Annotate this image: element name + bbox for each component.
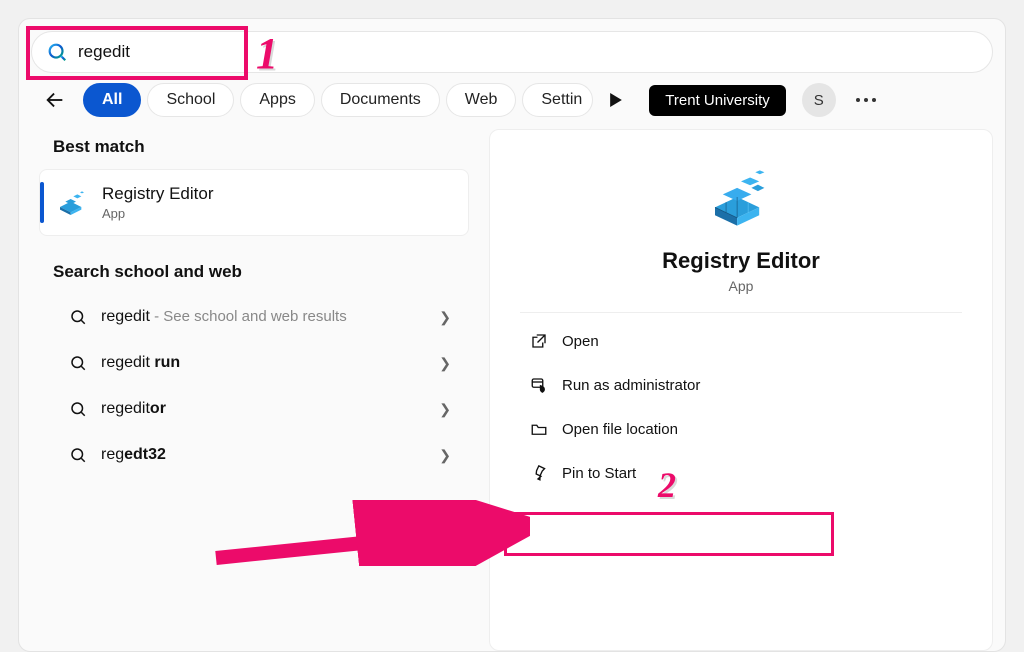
suggestion-row[interactable]: regedit - See school and web results ❯ bbox=[39, 294, 469, 340]
open-icon bbox=[530, 332, 548, 350]
filter-settings[interactable]: Settin bbox=[522, 83, 593, 117]
chevron-right-icon: ❯ bbox=[439, 355, 451, 372]
filter-web[interactable]: Web bbox=[446, 83, 517, 117]
best-match-subtitle: App bbox=[102, 206, 213, 221]
search-box[interactable] bbox=[31, 31, 993, 73]
filter-row: All School Apps Documents Web Settin Tre… bbox=[19, 79, 1005, 129]
back-button[interactable] bbox=[39, 84, 71, 116]
registry-editor-icon bbox=[56, 187, 88, 219]
admin-shield-icon bbox=[530, 376, 548, 394]
chevron-right-icon: ❯ bbox=[439, 447, 451, 464]
filter-apps[interactable]: Apps bbox=[240, 83, 314, 117]
detail-title: Registry Editor bbox=[662, 248, 820, 274]
annotation-number-1: 1 bbox=[256, 28, 278, 79]
best-match-heading: Best match bbox=[53, 137, 469, 157]
filter-documents[interactable]: Documents bbox=[321, 83, 440, 117]
suggestion-text: regedit run bbox=[101, 354, 180, 372]
search-icon bbox=[69, 446, 87, 464]
search-icon bbox=[46, 41, 68, 63]
best-match-title: Registry Editor bbox=[102, 184, 213, 204]
action-pin-to-start[interactable]: Pin to Start bbox=[520, 451, 962, 495]
pin-icon bbox=[530, 464, 548, 482]
school-web-heading: Search school and web bbox=[53, 262, 469, 282]
chevron-right-icon: ❯ bbox=[439, 309, 451, 326]
suggestion-text: regeditor bbox=[101, 400, 166, 418]
suggestion-text: regedit - See school and web results bbox=[101, 308, 347, 326]
action-run-as-admin[interactable]: Run as administrator bbox=[520, 363, 962, 407]
action-label: Open bbox=[562, 333, 599, 350]
action-label: Pin to Start bbox=[562, 465, 636, 482]
results-column: Best match Registry Editor App bbox=[39, 129, 469, 651]
content-area: Best match Registry Editor App bbox=[19, 129, 1005, 651]
search-row bbox=[19, 19, 1005, 79]
filter-all[interactable]: All bbox=[83, 83, 141, 117]
action-label: Open file location bbox=[562, 421, 678, 438]
folder-icon bbox=[530, 420, 548, 438]
search-panel: All School Apps Documents Web Settin Tre… bbox=[18, 18, 1006, 652]
search-icon bbox=[69, 354, 87, 372]
suggestion-row[interactable]: regeditor ❯ bbox=[39, 386, 469, 432]
detail-header: Registry Editor App bbox=[520, 148, 962, 313]
detail-pane: Registry Editor App Open Run as administ… bbox=[489, 129, 993, 651]
action-open[interactable]: Open bbox=[520, 319, 962, 363]
search-input[interactable] bbox=[78, 42, 978, 62]
back-arrow-icon bbox=[44, 89, 66, 111]
avatar[interactable]: S bbox=[802, 83, 836, 117]
suggestion-row[interactable]: regedit run ❯ bbox=[39, 340, 469, 386]
more-menu-button[interactable] bbox=[856, 98, 876, 102]
filter-school[interactable]: School bbox=[147, 83, 234, 117]
suggestion-text: regedt32 bbox=[101, 446, 166, 464]
best-match-card[interactable]: Registry Editor App bbox=[39, 169, 469, 236]
filters-more-button[interactable] bbox=[601, 85, 631, 115]
chevron-right-icon: ❯ bbox=[439, 401, 451, 418]
search-icon bbox=[69, 308, 87, 326]
registry-editor-large-icon bbox=[702, 158, 780, 236]
action-open-file-location[interactable]: Open file location bbox=[520, 407, 962, 451]
search-icon bbox=[69, 400, 87, 418]
action-label: Run as administrator bbox=[562, 377, 700, 394]
suggestion-row[interactable]: regedt32 ❯ bbox=[39, 432, 469, 478]
play-icon bbox=[609, 93, 623, 107]
detail-subtitle: App bbox=[729, 278, 754, 294]
best-match-text: Registry Editor App bbox=[102, 184, 213, 221]
org-badge[interactable]: Trent University bbox=[649, 85, 785, 116]
annotation-number-2: 2 bbox=[658, 464, 676, 506]
